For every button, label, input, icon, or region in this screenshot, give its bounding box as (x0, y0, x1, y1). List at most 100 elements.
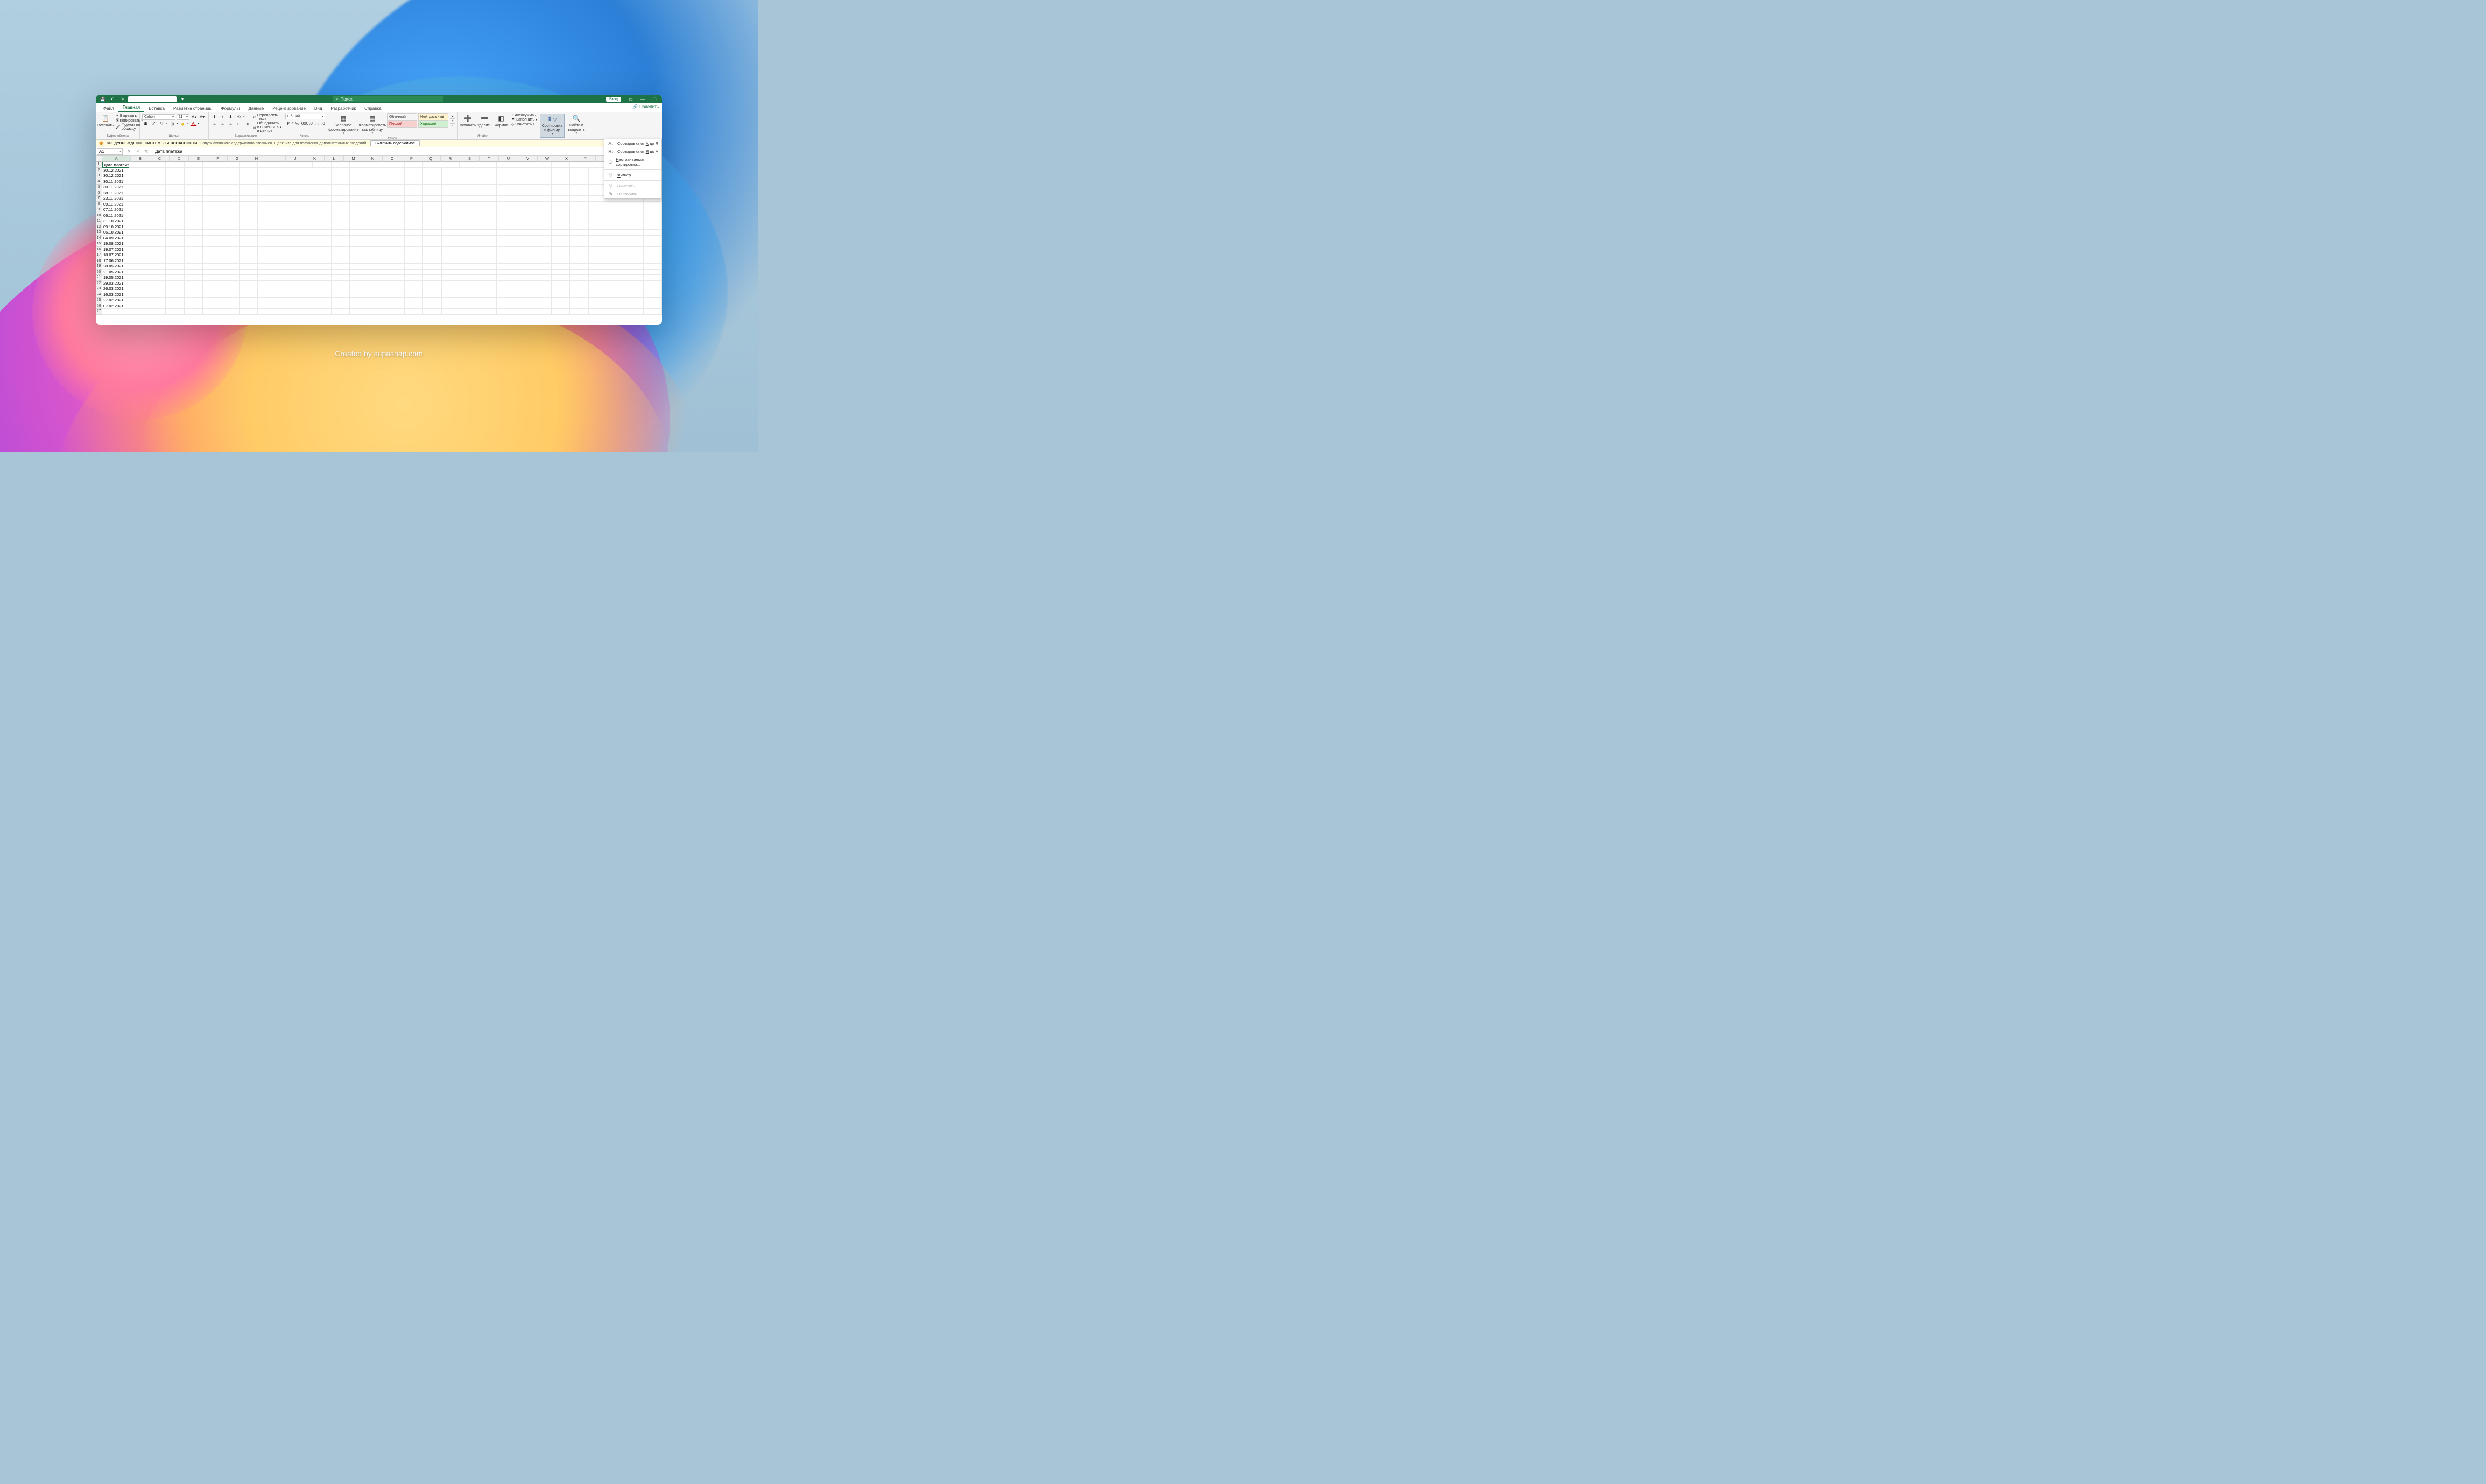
cell[interactable] (497, 162, 515, 168)
cell[interactable] (497, 281, 515, 287)
autosum-button[interactable]: ΣАвтосумма▾ (510, 114, 538, 117)
tab-вид[interactable]: Вид (310, 104, 326, 112)
cell[interactable] (423, 303, 441, 309)
cell[interactable] (368, 275, 386, 281)
cell[interactable] (147, 236, 166, 242)
cell[interactable] (258, 252, 276, 258)
cell[interactable] (607, 281, 625, 287)
cell[interactable] (515, 190, 533, 196)
cell[interactable] (221, 185, 240, 190)
cell[interactable] (552, 303, 570, 309)
cell[interactable] (478, 303, 497, 309)
cell[interactable] (644, 264, 662, 270)
cell[interactable] (607, 270, 625, 275)
enter-formula-button[interactable]: ✓ (133, 149, 142, 154)
cell[interactable]: 07.02.2021 (102, 303, 129, 309)
cell[interactable] (497, 309, 515, 315)
cell[interactable] (644, 303, 662, 309)
cell[interactable] (368, 264, 386, 270)
cell[interactable] (607, 230, 625, 236)
cell[interactable] (405, 252, 423, 258)
cell[interactable] (129, 252, 147, 258)
cell[interactable] (533, 270, 552, 275)
cell[interactable] (221, 224, 240, 230)
cell[interactable] (332, 196, 350, 202)
cell[interactable] (129, 207, 147, 213)
cell[interactable] (607, 236, 625, 242)
custom-sort-item[interactable]: ⊞Настраиваемая сортировка... (604, 156, 661, 168)
cell[interactable] (607, 224, 625, 230)
cell[interactable] (313, 292, 332, 298)
cell[interactable] (368, 292, 386, 298)
cell[interactable] (313, 298, 332, 303)
cell[interactable] (515, 286, 533, 292)
cell[interactable] (442, 173, 460, 179)
cell[interactable] (294, 224, 313, 230)
cell[interactable] (625, 241, 644, 247)
cell[interactable] (166, 292, 184, 298)
cell[interactable] (386, 179, 405, 185)
cell[interactable]: 30.12.2021 (102, 168, 129, 174)
cell[interactable] (368, 202, 386, 208)
cell[interactable] (240, 303, 258, 309)
dec-decimal-button[interactable]: ←.0 (318, 120, 325, 126)
cell[interactable] (221, 247, 240, 253)
cell[interactable] (552, 292, 570, 298)
cell[interactable] (515, 213, 533, 219)
cell[interactable] (147, 190, 166, 196)
cell[interactable] (497, 213, 515, 219)
cell[interactable] (203, 162, 221, 168)
cell[interactable] (460, 179, 478, 185)
cell[interactable]: 04.09.2021 (102, 236, 129, 242)
cell[interactable] (589, 224, 607, 230)
cells-area[interactable]: Дата платежа30.12.202130.12.202130.11.20… (102, 162, 662, 325)
cell[interactable] (533, 303, 552, 309)
cell[interactable] (294, 230, 313, 236)
cell[interactable]: 09.10.2021 (102, 224, 129, 230)
cell[interactable] (276, 185, 294, 190)
cell[interactable] (185, 258, 203, 264)
col-header-Q[interactable]: Q (421, 156, 441, 162)
cell[interactable] (166, 213, 184, 219)
col-header-U[interactable]: U (499, 156, 518, 162)
col-header-O[interactable]: O (383, 156, 402, 162)
cell[interactable] (350, 298, 368, 303)
cell[interactable] (478, 196, 497, 202)
cell[interactable] (147, 286, 166, 292)
cell[interactable] (625, 303, 644, 309)
cell[interactable] (442, 258, 460, 264)
cell[interactable] (313, 230, 332, 236)
align-middle-button[interactable]: ↕ (219, 114, 226, 120)
cell[interactable] (423, 281, 441, 287)
cell[interactable] (350, 190, 368, 196)
cell[interactable] (166, 298, 184, 303)
cell[interactable] (423, 298, 441, 303)
cell[interactable] (147, 185, 166, 190)
cell[interactable] (350, 185, 368, 190)
cell[interactable]: 27.02.2021 (102, 298, 129, 303)
cell[interactable] (368, 168, 386, 174)
cell[interactable] (332, 309, 350, 315)
cell[interactable] (625, 281, 644, 287)
paste-button[interactable]: 📋 Вставить (98, 114, 113, 129)
cell[interactable] (460, 309, 478, 315)
cell[interactable] (442, 236, 460, 242)
cell[interactable] (515, 179, 533, 185)
cell[interactable] (185, 173, 203, 179)
cell[interactable] (166, 270, 184, 275)
row-header-10[interactable]: 10 (96, 213, 102, 219)
cell[interactable] (332, 179, 350, 185)
cell[interactable] (221, 264, 240, 270)
cell[interactable] (313, 224, 332, 230)
cell[interactable]: 17.06.2021 (102, 258, 129, 264)
row-header-5[interactable]: 5 (96, 185, 102, 190)
cell[interactable] (552, 230, 570, 236)
fx-button[interactable]: fx (142, 149, 151, 154)
cell[interactable] (313, 247, 332, 253)
cell[interactable] (276, 303, 294, 309)
cell[interactable] (185, 281, 203, 287)
cell[interactable] (442, 213, 460, 219)
cell[interactable] (332, 213, 350, 219)
cell[interactable] (460, 275, 478, 281)
row-header-13[interactable]: 13 (96, 230, 102, 236)
